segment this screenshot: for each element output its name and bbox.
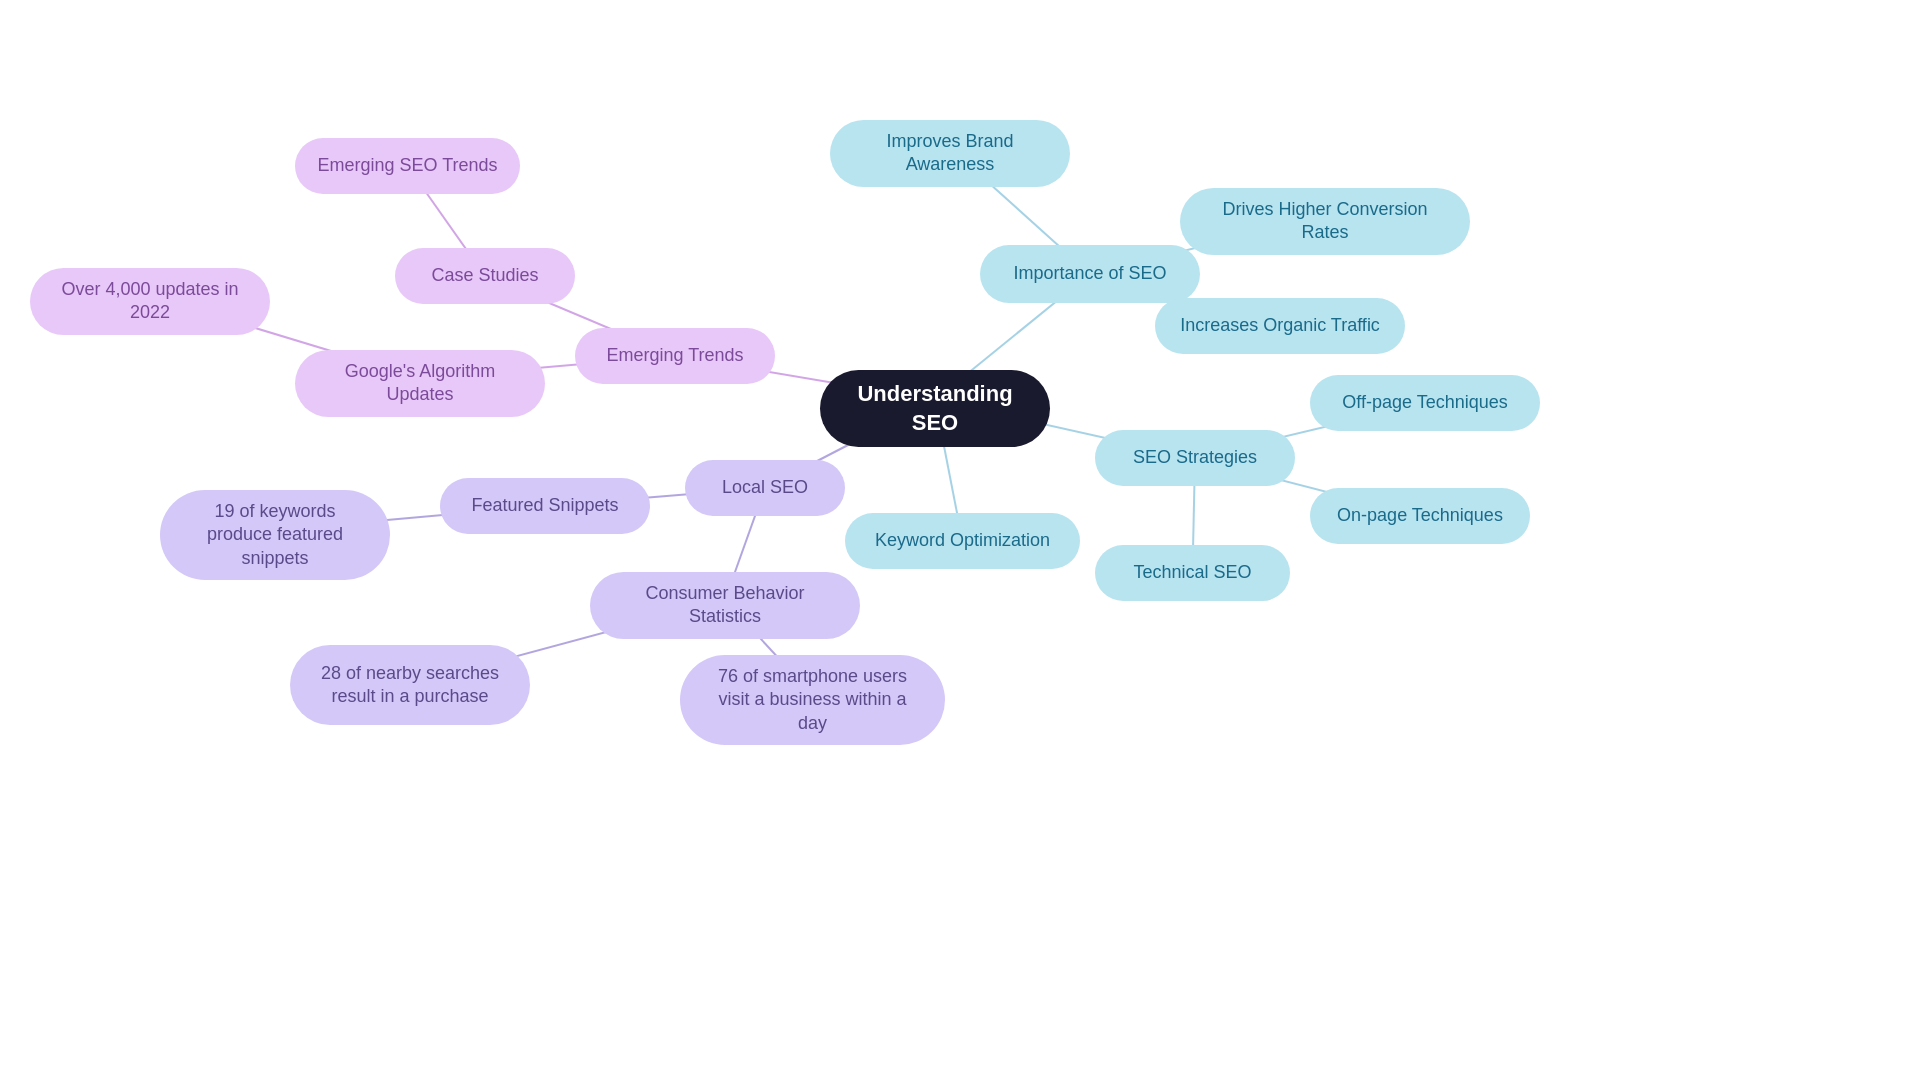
onpage-node: On-page Techniques: [1310, 488, 1530, 544]
76-smartphone-node: 76 of smartphone users visit a business …: [680, 655, 945, 745]
increases-traffic-node: Increases Organic Traffic: [1155, 298, 1405, 354]
improves-brand-node: Improves Brand Awareness: [830, 120, 1070, 187]
offpage-node: Off-page Techniques: [1310, 375, 1540, 431]
keyword-opt-node: Keyword Optimization: [845, 513, 1080, 569]
googles-algo-node: Google's Algorithm Updates: [295, 350, 545, 417]
featured-snippets-node: Featured Snippets: [440, 478, 650, 534]
emerging-seo-trends-node: Emerging SEO Trends: [295, 138, 520, 194]
28-searches-node: 28 of nearby searches result in a purcha…: [290, 645, 530, 725]
importance-seo-node: Importance of SEO: [980, 245, 1200, 303]
seo-strategies-node: SEO Strategies: [1095, 430, 1295, 486]
center-node: Understanding SEO: [820, 370, 1050, 447]
emerging-trends-node: Emerging Trends: [575, 328, 775, 384]
over-4000-node: Over 4,000 updates in 2022: [30, 268, 270, 335]
mindmap-container: Understanding SEO Importance of SEO Improv…: [0, 0, 1920, 1083]
drives-conversion-node: Drives Higher Conversion Rates: [1180, 188, 1470, 255]
19-keywords-node: 19 of keywords produce featured snippets: [160, 490, 390, 580]
technical-seo-node: Technical SEO: [1095, 545, 1290, 601]
consumer-behavior-node: Consumer Behavior Statistics: [590, 572, 860, 639]
case-studies-node: Case Studies: [395, 248, 575, 304]
local-seo-node: Local SEO: [685, 460, 845, 516]
